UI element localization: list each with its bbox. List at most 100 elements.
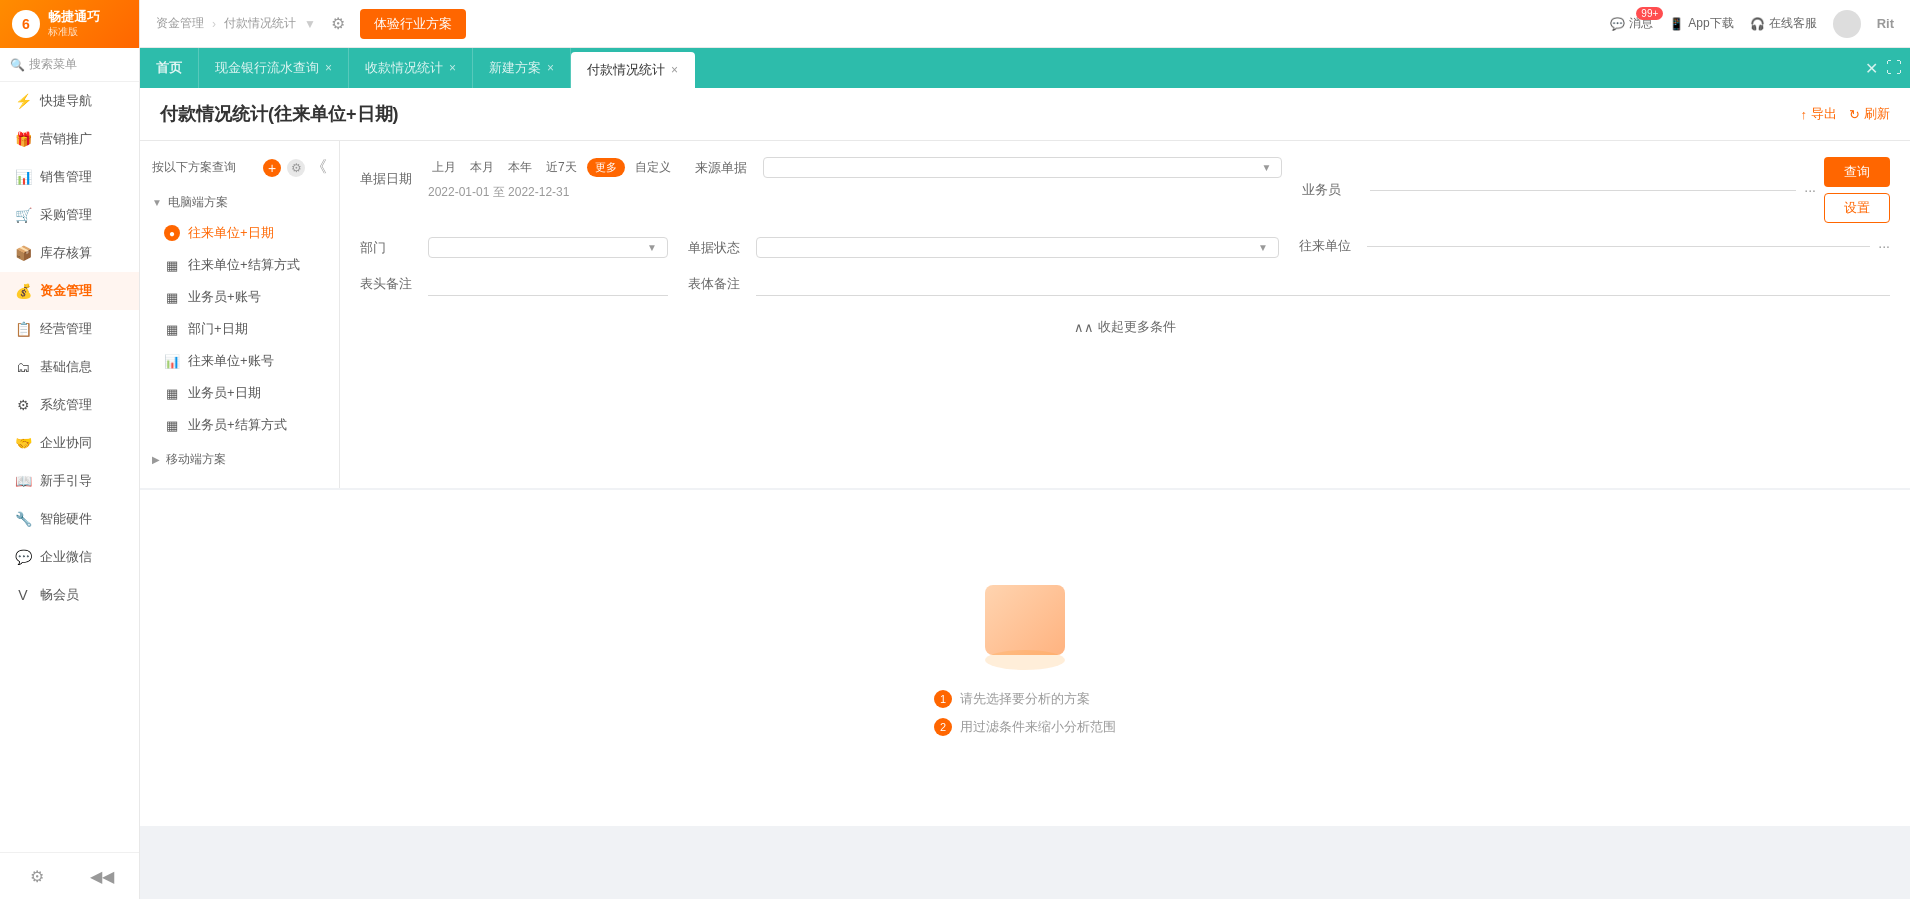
scheme-section-mobile-title[interactable]: ▶ 移动端方案 [140,445,339,474]
member-icon: V [14,586,32,604]
filter-row-1: 单据日期 上月 本月 本年 近7天 更多 自定义 20 [360,157,1890,223]
sidebar-item-inventory[interactable]: 📦 库存核算 [0,234,139,272]
tab-receipts-close[interactable]: × [449,61,456,75]
guide-icon: 📖 [14,472,32,490]
scheme-item-staff-settle[interactable]: ▦ 业务员+结算方式 [140,409,339,441]
scheme-settings-btn[interactable]: ⚙ [287,159,305,177]
app-download-btn[interactable]: 📱 App下载 [1669,15,1733,32]
capital-icon: 💰 [14,282,32,300]
collapse-more-btn[interactable]: ∧∧ 收起更多条件 [1074,310,1176,344]
username-label: Rit [1877,16,1894,31]
sidebar-item-hardware[interactable]: 🔧 智能硬件 [0,500,139,538]
scheme-section-mobile-arrow: ▶ [152,454,160,465]
filter-row-3: 表头备注 表体备注 [360,272,1890,296]
date-btn-last-month[interactable]: 上月 [428,157,460,178]
date-btn-more[interactable]: 更多 [587,158,625,177]
sidebar-settings-btn[interactable]: ⚙ [8,861,66,891]
topbar-down-icon[interactable]: ▼ [304,17,316,31]
tab-payments-close[interactable]: × [671,63,678,77]
scheme-item-label: 往来单位+日期 [188,224,274,242]
tab-new-scheme[interactable]: 新建方案 × [473,48,571,88]
refresh-btn[interactable]: ↻ 刷新 [1849,105,1890,123]
sidebar-item-capital[interactable]: 💰 资金管理 [0,272,139,310]
source-doc-select[interactable]: ▼ [763,157,1283,178]
tab-payments[interactable]: 付款情况统计 × [571,52,695,88]
scheme-item-icon-staff-account: ▦ [164,289,180,305]
date-btn-custom[interactable]: 自定义 [631,157,675,178]
export-btn[interactable]: ↑ 导出 [1801,105,1838,123]
tab-maximize-btn[interactable]: ⛶ [1886,59,1902,77]
dept-chevron: ▼ [647,242,657,253]
tab-bank-flow-close[interactable]: × [325,61,332,75]
app-download-label: App下载 [1688,15,1733,32]
scheme-item-partner-account[interactable]: 📊 往来单位+账号 [140,345,339,377]
sidebar-item-quick-nav[interactable]: ⚡ 快捷导航 [0,82,139,120]
tab-receipts[interactable]: 收款情况统计 × [349,48,473,88]
sidebar-item-member[interactable]: V 畅会员 [0,576,139,614]
messages-btn[interactable]: 💬 消息 99+ [1610,15,1653,32]
page-header: 付款情况统计(往来单位+日期) ↑ 导出 ↻ 刷新 [140,88,1910,141]
user-avatar[interactable] [1833,10,1861,38]
date-btn-7days[interactable]: 近7天 [542,157,581,178]
head-note-input[interactable] [428,272,668,296]
topbar-settings-icon[interactable]: ⚙ [324,10,352,38]
scheme-item-staff-account[interactable]: ▦ 业务员+账号 [140,281,339,313]
scheme-item-partner-date[interactable]: ● 往来单位+日期 [140,217,339,249]
filter-item-dept: 部门 ▼ [360,237,668,258]
trial-btn[interactable]: 体验行业方案 [360,9,466,39]
sidebar-item-wechat[interactable]: 💬 企业微信 [0,538,139,576]
sidebar-collapse-btn[interactable]: ◀◀ [74,861,132,891]
tab-bank-flow[interactable]: 现金银行流水查询 × [199,48,349,88]
dept-select[interactable]: ▼ [428,237,668,258]
sidebar-item-marketing[interactable]: 🎁 营销推广 [0,120,139,158]
sidebar-item-sales[interactable]: 📊 销售管理 [0,158,139,196]
body-note-input[interactable] [756,272,1890,296]
scheme-item-staff-date[interactable]: ▦ 业务员+日期 [140,377,339,409]
step-1-text: 请先选择要分析的方案 [960,690,1090,708]
date-btn-this-year[interactable]: 本年 [504,157,536,178]
sidebar-item-system[interactable]: ⚙ 系统管理 [0,386,139,424]
doc-date-label: 单据日期 [360,170,420,188]
sidebar-item-label: 经营管理 [40,320,92,338]
tabbar: 首页 现金银行流水查询 × 收款情况统计 × 新建方案 × 付款情况统计 × ✕… [140,48,1910,88]
chevron-up-icon: ∧∧ [1074,320,1094,335]
filter-item-source-doc: 来源单据 ▼ [695,157,1283,178]
scheme-add-btn[interactable]: + [263,159,281,177]
scheme-item-label: 业务员+结算方式 [188,416,287,434]
sidebar-item-label: 畅会员 [40,586,79,604]
sidebar-item-operation[interactable]: 📋 经营管理 [0,310,139,348]
cooperation-icon: 🤝 [14,434,32,452]
online-service-label: 在线客服 [1769,15,1817,32]
sidebar-item-purchase[interactable]: 🛒 采购管理 [0,196,139,234]
filter-settings-btn[interactable]: 设置 [1824,193,1890,223]
scheme-panel-label: 按以下方案查询 [152,159,236,176]
date-btn-this-month[interactable]: 本月 [466,157,498,178]
scheme-item-icon-dept-date: ▦ [164,321,180,337]
scheme-item-partner-settle[interactable]: ▦ 往来单位+结算方式 [140,249,339,281]
doc-status-label: 单据状态 [688,239,748,257]
scheme-item-dept-date[interactable]: ▦ 部门+日期 [140,313,339,345]
scheme-collapse-btn[interactable]: 《 [311,157,327,178]
tab-new-scheme-close[interactable]: × [547,61,554,75]
sidebar-brand: 畅捷通巧 标准版 [48,9,100,39]
partner-more-btn[interactable]: ··· [1878,238,1890,254]
tab-home[interactable]: 首页 [140,48,199,88]
sidebar-search-area[interactable]: 🔍 搜索菜单 [0,48,139,82]
doc-status-select[interactable]: ▼ [756,237,1279,258]
sidebar-item-guide[interactable]: 📖 新手引导 [0,462,139,500]
sidebar-item-cooperation[interactable]: 🤝 企业协同 [0,424,139,462]
scheme-section-pc-title[interactable]: ▼ 电脑端方案 [140,188,339,217]
query-btn[interactable]: 查询 [1824,157,1890,187]
search-menu-trigger[interactable]: 🔍 搜索菜单 [10,56,129,73]
scheme-item-label: 部门+日期 [188,320,248,338]
scheme-section-mobile-label: 移动端方案 [166,451,226,468]
quick-nav-icon: ⚡ [14,92,32,110]
sidebar-item-label: 销售管理 [40,168,92,186]
staff-more-btn[interactable]: ··· [1804,182,1816,198]
sidebar-item-basic[interactable]: 🗂 基础信息 [0,348,139,386]
tab-close-all-btn[interactable]: ✕ [1865,59,1878,78]
inventory-icon: 📦 [14,244,32,262]
head-note-label: 表头备注 [360,275,420,293]
online-service-btn[interactable]: 🎧 在线客服 [1750,15,1817,32]
message-badge: 99+ [1636,7,1663,20]
